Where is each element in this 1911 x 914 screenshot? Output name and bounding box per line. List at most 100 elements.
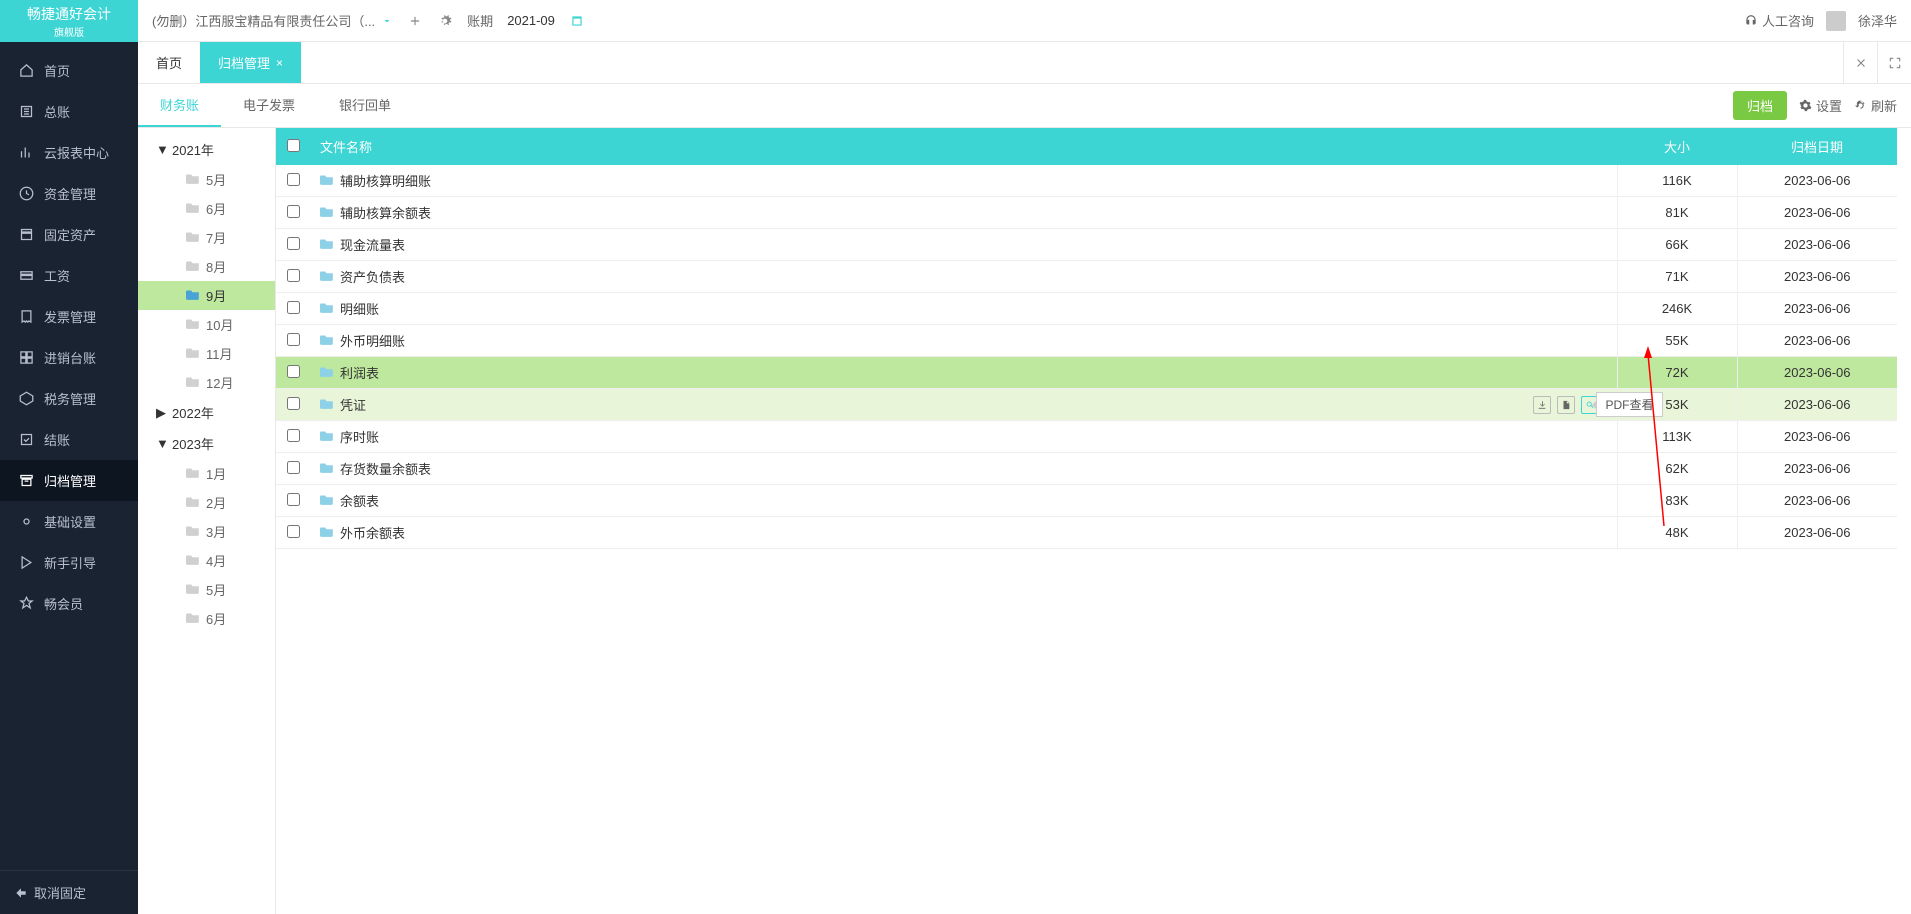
nav-item-2[interactable]: 云报表中心	[0, 132, 138, 173]
row-checkbox[interactable]	[287, 493, 300, 506]
tree-year-0[interactable]: ▼2021年	[138, 134, 275, 165]
row-checkbox[interactable]	[287, 525, 300, 538]
logo-text: 畅捷通好会计	[27, 4, 111, 24]
sub-tab-0[interactable]: 财务账	[138, 84, 221, 127]
unpin-button[interactable]: 取消固定	[0, 870, 138, 914]
nav-item-1[interactable]: 总账	[0, 91, 138, 132]
nav-label: 畅会员	[44, 594, 83, 613]
nav-item-4[interactable]: 固定资产	[0, 214, 138, 255]
tree-month-0-2[interactable]: 7月	[138, 223, 275, 252]
tab-close-button[interactable]	[1843, 42, 1877, 83]
file-size: 81K	[1617, 197, 1737, 229]
calendar-icon[interactable]	[569, 13, 585, 29]
tree-month-0-5[interactable]: 10月	[138, 310, 275, 339]
table-row[interactable]: 外币明细账 55K 2023-06-06	[276, 325, 1897, 357]
file-size: 66K	[1617, 229, 1737, 261]
folder-icon	[186, 524, 200, 539]
row-checkbox[interactable]	[287, 205, 300, 218]
table-row[interactable]: 外币余额表 48K 2023-06-06	[276, 517, 1897, 549]
topbar-right: 人工咨询 徐泽华	[1744, 11, 1897, 31]
table-row[interactable]: 辅助核算余额表 81K 2023-06-06	[276, 197, 1897, 229]
table-row[interactable]: 现金流量表 66K 2023-06-06	[276, 229, 1897, 261]
download-pdf-icon[interactable]	[1557, 396, 1575, 414]
tree-month-0-6[interactable]: 11月	[138, 339, 275, 368]
file-name: 外币余额表	[340, 523, 405, 542]
settings-link[interactable]: 设置	[1799, 96, 1842, 115]
period-value: 2021-09	[507, 13, 555, 28]
tree-month-2-3[interactable]: 4月	[138, 546, 275, 575]
page-tab-0[interactable]: 首页	[138, 42, 200, 83]
username[interactable]: 徐泽华	[1858, 11, 1897, 30]
table-row[interactable]: 利润表 72K 2023-06-06	[276, 357, 1897, 389]
avatar-icon[interactable]	[1826, 11, 1846, 31]
table-row[interactable]: 辅助核算明细账 116K 2023-06-06	[276, 165, 1897, 197]
page-tab-1[interactable]: 归档管理×	[200, 42, 301, 83]
topbar: (勿删）江西服宝精品有限责任公司（... 账期 2021-09 人工咨询	[138, 0, 1911, 42]
file-name: 利润表	[340, 363, 379, 382]
row-checkbox[interactable]	[287, 429, 300, 442]
nav-item-13[interactable]: 畅会员	[0, 583, 138, 624]
sub-toolbar: 归档 设置 刷新	[1733, 91, 1897, 120]
refresh-link[interactable]: 刷新	[1854, 96, 1897, 115]
row-checkbox[interactable]	[287, 461, 300, 474]
close-icon[interactable]: ×	[276, 56, 283, 70]
tree-month-2-0[interactable]: 1月	[138, 459, 275, 488]
tree-month-0-7[interactable]: 12月	[138, 368, 275, 397]
consult-link[interactable]: 人工咨询	[1744, 11, 1814, 30]
plus-icon[interactable]	[407, 13, 423, 29]
nav-item-0[interactable]: 首页	[0, 50, 138, 91]
tree-month-2-1[interactable]: 2月	[138, 488, 275, 517]
nav-item-6[interactable]: 发票管理	[0, 296, 138, 337]
company-selector[interactable]: (勿删）江西服宝精品有限责任公司（...	[152, 11, 393, 30]
archive-button[interactable]: 归档	[1733, 91, 1787, 120]
nav-label: 固定资产	[44, 225, 96, 244]
table-row[interactable]: 存货数量余额表 62K 2023-06-06	[276, 453, 1897, 485]
table-row[interactable]: 凭证 PDF查看 53K 2023-06-06	[276, 389, 1897, 421]
content: 财务账电子发票银行回单 归档 设置 刷新 ▼2021年5月6月7月8月9月10月…	[138, 84, 1911, 914]
select-all-checkbox[interactable]	[287, 139, 300, 152]
fullscreen-icon[interactable]	[1877, 42, 1911, 83]
invoice-icon	[18, 309, 34, 325]
gear-icon[interactable]	[437, 13, 453, 29]
unpin-label: 取消固定	[34, 883, 86, 902]
row-checkbox[interactable]	[287, 301, 300, 314]
file-name: 存货数量余额表	[340, 459, 431, 478]
table-row[interactable]: 余额表 83K 2023-06-06	[276, 485, 1897, 517]
tree-year-1[interactable]: ▶2022年	[138, 397, 275, 428]
tree-month-2-5[interactable]: 6月	[138, 604, 275, 633]
file-icon	[320, 333, 334, 348]
nav-item-3[interactable]: 资金管理	[0, 173, 138, 214]
tree-month-0-4[interactable]: 9月	[138, 281, 275, 310]
tax-icon	[18, 391, 34, 407]
nav-item-7[interactable]: 进销台账	[0, 337, 138, 378]
row-checkbox[interactable]	[287, 173, 300, 186]
row-checkbox[interactable]	[287, 237, 300, 250]
table-row[interactable]: 序时账 113K 2023-06-06	[276, 421, 1897, 453]
nav-item-10[interactable]: 归档管理	[0, 460, 138, 501]
row-checkbox[interactable]	[287, 269, 300, 282]
period-label: 账期	[467, 11, 493, 30]
nav-item-8[interactable]: 税务管理	[0, 378, 138, 419]
folder-icon	[186, 466, 200, 481]
table-row[interactable]: 明细账 246K 2023-06-06	[276, 293, 1897, 325]
nav-item-12[interactable]: 新手引导	[0, 542, 138, 583]
row-checkbox[interactable]	[287, 365, 300, 378]
nav-item-11[interactable]: 基础设置	[0, 501, 138, 542]
tree-month-0-3[interactable]: 8月	[138, 252, 275, 281]
table-row[interactable]: 资产负债表 71K 2023-06-06	[276, 261, 1897, 293]
nav-label: 云报表中心	[44, 143, 109, 162]
tree-month-0-0[interactable]: 5月	[138, 165, 275, 194]
tree-month-2-2[interactable]: 3月	[138, 517, 275, 546]
tree-month-2-4[interactable]: 5月	[138, 575, 275, 604]
sub-tab-1[interactable]: 电子发票	[221, 84, 317, 127]
tree-month-0-1[interactable]: 6月	[138, 194, 275, 223]
nav-label: 基础设置	[44, 512, 96, 531]
tree-year-2[interactable]: ▼2023年	[138, 428, 275, 459]
nav-item-5[interactable]: 工资	[0, 255, 138, 296]
sub-tab-2[interactable]: 银行回单	[317, 84, 413, 127]
row-checkbox[interactable]	[287, 397, 300, 410]
nav-label: 工资	[44, 266, 70, 285]
nav-item-9[interactable]: 结账	[0, 419, 138, 460]
row-checkbox[interactable]	[287, 333, 300, 346]
download-excel-icon[interactable]	[1533, 396, 1551, 414]
